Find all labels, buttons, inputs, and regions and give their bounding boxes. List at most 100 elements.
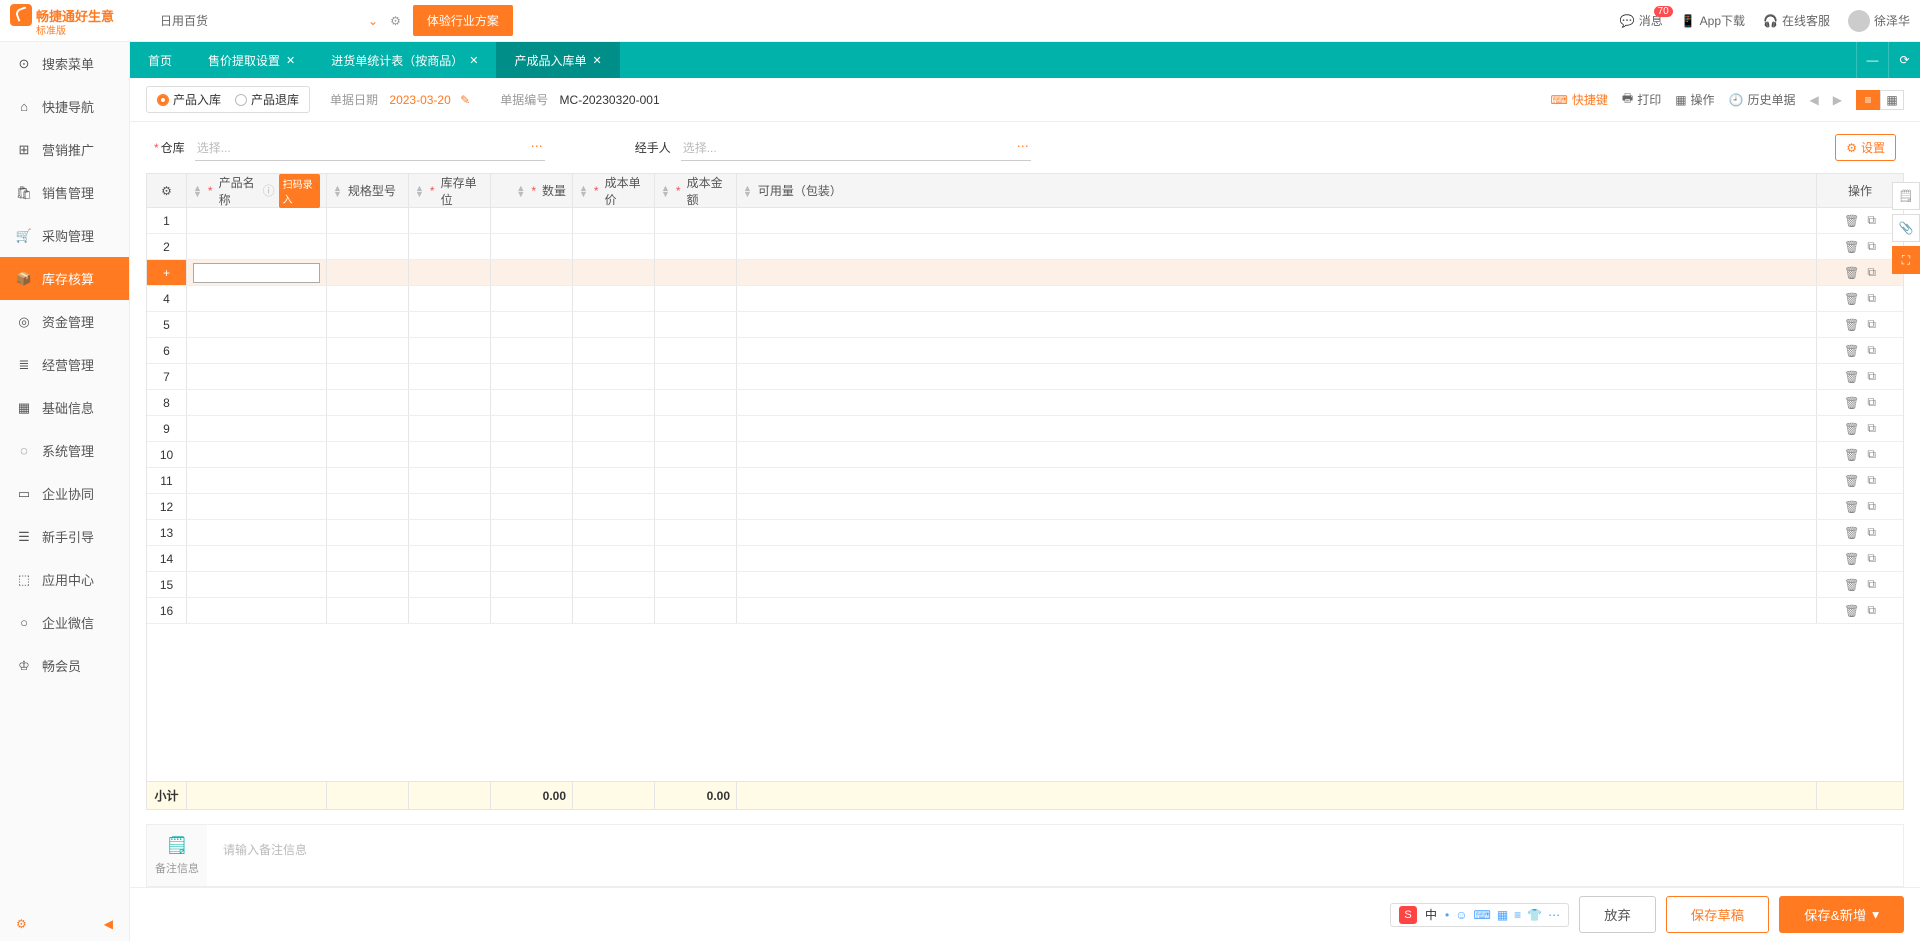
cell-unit[interactable] <box>409 468 491 493</box>
delete-row-icon[interactable]: 🗑 <box>1840 396 1863 410</box>
cell-price[interactable] <box>573 234 655 259</box>
ime-tool-icon[interactable]: • <box>1445 908 1449 922</box>
cell-spec[interactable] <box>327 572 409 597</box>
cell-spec[interactable] <box>327 338 409 363</box>
nav-prev-icon[interactable]: ◀ <box>1810 93 1819 107</box>
user-menu[interactable]: 徐泽华 <box>1848 10 1910 32</box>
delete-row-icon[interactable]: 🗑 <box>1840 474 1863 488</box>
sidebar-item-1[interactable]: ⌂快捷导航 <box>0 85 129 128</box>
table-row[interactable]: 4🗑⧉ <box>147 286 1903 312</box>
delete-row-icon[interactable]: 🗑 <box>1840 266 1863 280</box>
cell-spec[interactable] <box>327 312 409 337</box>
cell-spec[interactable] <box>327 494 409 519</box>
row-add-button[interactable]: + <box>147 260 187 285</box>
cell-amount[interactable] <box>655 546 737 571</box>
cell-spec[interactable] <box>327 260 409 285</box>
cell-price[interactable] <box>573 364 655 389</box>
doc-date-value[interactable]: 2023-03-20 <box>389 93 450 107</box>
delete-row-icon[interactable]: 🗑 <box>1840 604 1863 618</box>
radio-product-return[interactable]: 产品退库 <box>235 91 299 108</box>
delete-row-icon[interactable]: 🗑 <box>1840 422 1863 436</box>
cell-unit[interactable] <box>409 286 491 311</box>
history-button[interactable]: 🕘 历史单据 <box>1729 91 1796 108</box>
ime-tool-icon[interactable]: 👕 <box>1527 908 1542 922</box>
gear-icon[interactable]: ⚙ <box>390 14 401 28</box>
delete-row-icon[interactable]: 🗑 <box>1840 318 1863 332</box>
cell-available[interactable] <box>737 546 1817 571</box>
cell-price[interactable] <box>573 390 655 415</box>
cell-spec[interactable] <box>327 234 409 259</box>
sidebar-item-3[interactable]: 🛍销售管理 <box>0 171 129 214</box>
cell-unit[interactable] <box>409 390 491 415</box>
category-select[interactable]: 日用百货 ⌄ <box>160 12 378 29</box>
delete-row-icon[interactable]: 🗑 <box>1840 370 1863 384</box>
nav-next-icon[interactable]: ▶ <box>1833 93 1842 107</box>
copy-row-icon[interactable]: ⧉ <box>1863 551 1880 566</box>
table-row[interactable]: 14🗑⧉ <box>147 546 1903 572</box>
cell-unit[interactable] <box>409 416 491 441</box>
rail-expand-button[interactable]: ⛶ <box>1892 246 1920 274</box>
cell-qty[interactable] <box>491 416 573 441</box>
cell-unit[interactable] <box>409 234 491 259</box>
ime-tool-icon[interactable]: ▦ <box>1497 908 1508 922</box>
cell-unit[interactable] <box>409 260 491 285</box>
cell-product-name[interactable] <box>187 390 327 415</box>
sidebar-item-0[interactable]: ⊙搜索菜单 <box>0 42 129 85</box>
cell-available[interactable] <box>737 312 1817 337</box>
cell-price[interactable] <box>573 260 655 285</box>
cell-product-name[interactable] <box>187 572 327 597</box>
cell-available[interactable] <box>737 468 1817 493</box>
copy-row-icon[interactable]: ⧉ <box>1863 603 1880 618</box>
cell-qty[interactable] <box>491 468 573 493</box>
cell-available[interactable] <box>737 598 1817 623</box>
cell-qty[interactable] <box>491 364 573 389</box>
cell-qty[interactable] <box>491 260 573 285</box>
settings-gear-icon[interactable]: ⚙ <box>16 917 27 931</box>
cell-unit[interactable] <box>409 364 491 389</box>
sidebar-item-10[interactable]: ▭企业协同 <box>0 472 129 515</box>
sidebar-item-13[interactable]: ○企业微信 <box>0 601 129 644</box>
delete-row-icon[interactable]: 🗑 <box>1840 552 1863 566</box>
copy-row-icon[interactable]: ⧉ <box>1863 213 1880 228</box>
th-config[interactable]: ⚙ <box>147 174 187 207</box>
sidebar-item-11[interactable]: ☰新手引导 <box>0 515 129 558</box>
cell-amount[interactable] <box>655 286 737 311</box>
delete-row-icon[interactable]: 🗑 <box>1840 578 1863 592</box>
cell-qty[interactable] <box>491 312 573 337</box>
cell-amount[interactable] <box>655 598 737 623</box>
tab-minimize[interactable]: — <box>1856 42 1888 78</box>
save-new-button[interactable]: 保存&新增 ▾ <box>1779 896 1904 933</box>
cell-product-name[interactable] <box>187 312 327 337</box>
table-row[interactable]: 1🗑⧉ <box>147 208 1903 234</box>
cell-price[interactable] <box>573 338 655 363</box>
cell-price[interactable] <box>573 208 655 233</box>
table-row[interactable]: +🗑⧉ <box>147 260 1903 286</box>
cell-unit[interactable] <box>409 208 491 233</box>
cell-available[interactable] <box>737 208 1817 233</box>
cell-unit[interactable] <box>409 442 491 467</box>
cell-price[interactable] <box>573 286 655 311</box>
messages-button[interactable]: 💬 消息 70 <box>1620 12 1663 29</box>
cell-product-name[interactable] <box>187 598 327 623</box>
th-product-name[interactable]: ▲▼ *产品名称 ⓘ 扫码录入 <box>187 174 327 207</box>
copy-row-icon[interactable]: ⧉ <box>1863 525 1880 540</box>
cell-spec[interactable] <box>327 520 409 545</box>
cell-available[interactable] <box>737 494 1817 519</box>
cell-product-name[interactable] <box>187 234 327 259</box>
cell-product-name[interactable] <box>187 338 327 363</box>
copy-row-icon[interactable]: ⧉ <box>1863 473 1880 488</box>
close-icon[interactable]: ✕ <box>469 54 478 67</box>
cell-price[interactable] <box>573 312 655 337</box>
cell-available[interactable] <box>737 416 1817 441</box>
cell-qty[interactable] <box>491 572 573 597</box>
copy-row-icon[interactable]: ⧉ <box>1863 421 1880 436</box>
radio-product-in[interactable]: 产品入库 <box>157 91 221 108</box>
cell-qty[interactable] <box>491 338 573 363</box>
warehouse-select[interactable]: 选择... ⋯ <box>195 135 545 161</box>
copy-row-icon[interactable]: ⧉ <box>1863 499 1880 514</box>
remarks-input[interactable]: 请输入备注信息 <box>207 825 1903 886</box>
cell-price[interactable] <box>573 468 655 493</box>
th-price[interactable]: ▲▼ *成本单价 <box>573 174 655 207</box>
cell-price[interactable] <box>573 442 655 467</box>
cell-unit[interactable] <box>409 312 491 337</box>
